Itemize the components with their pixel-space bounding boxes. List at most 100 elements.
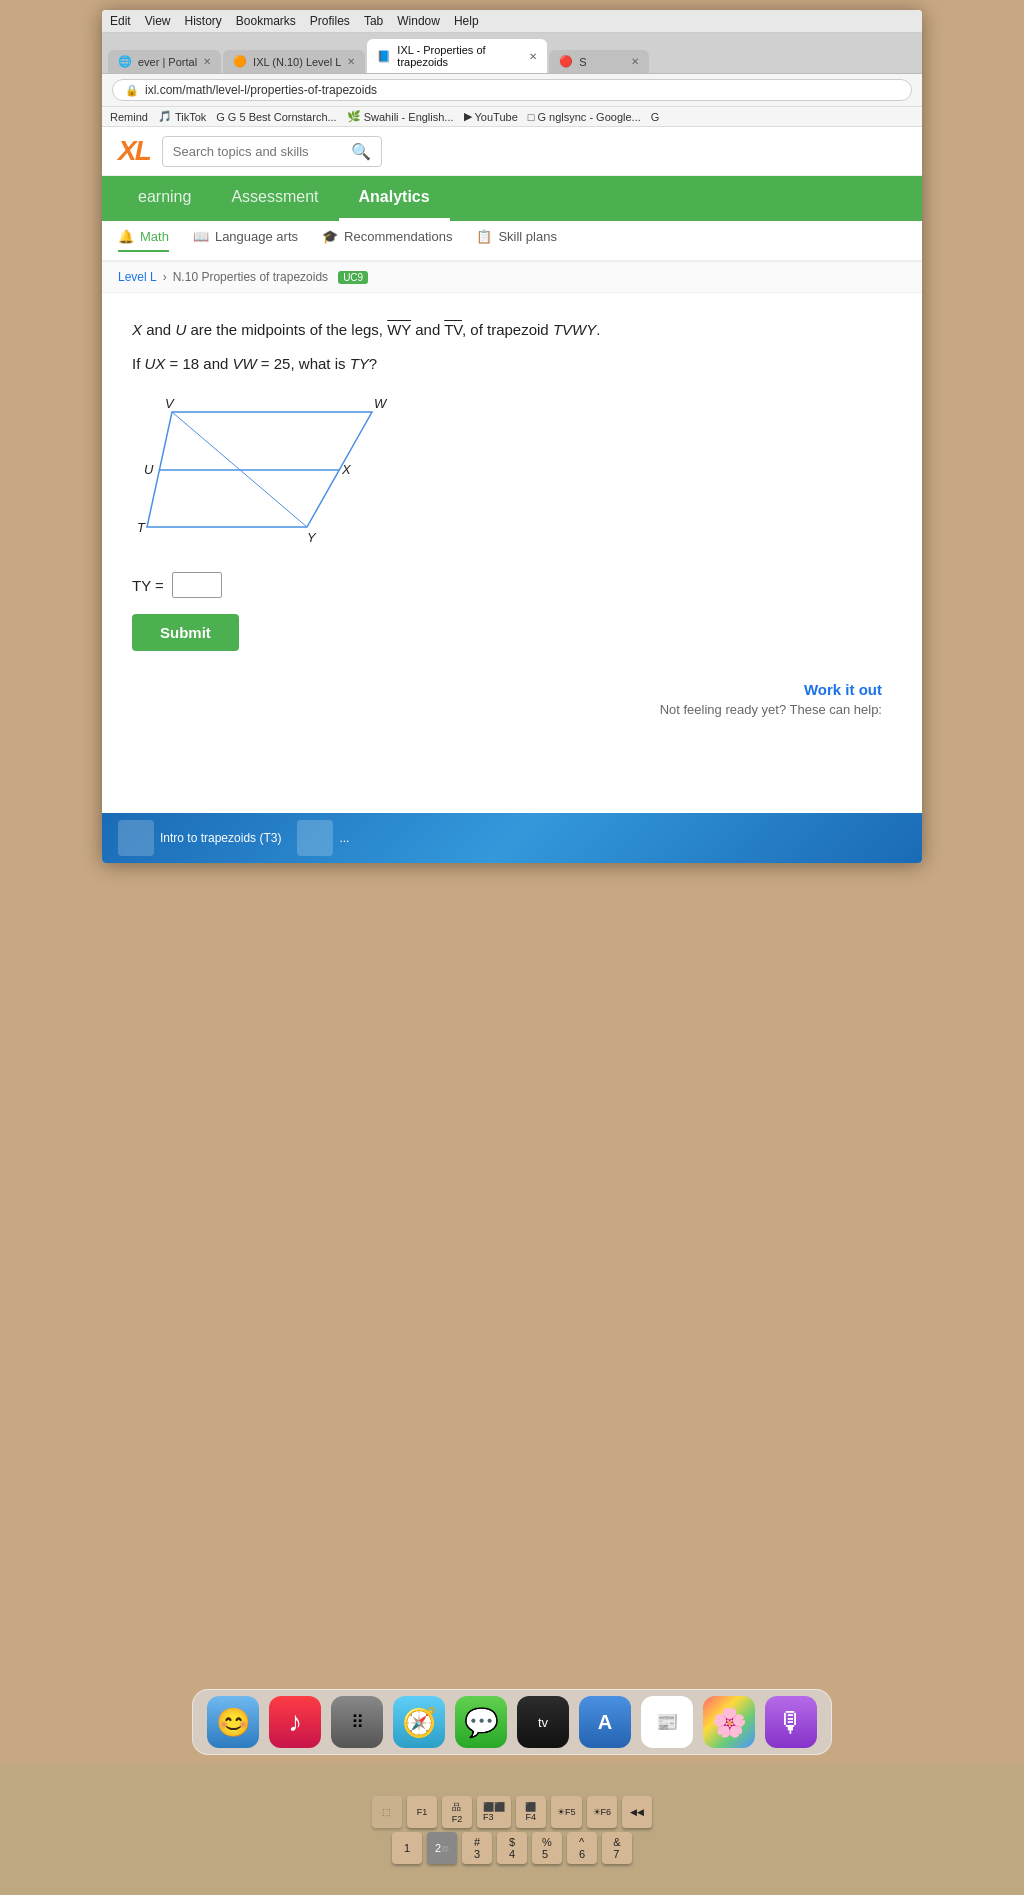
menu-bar: Edit View History Bookmarks Profiles Tab… <box>102 10 922 33</box>
sub-nav-recommendations[interactable]: 🎓 Recommendations <box>322 229 452 252</box>
bookmark-nglsync[interactable]: □ G nglsync - Google... <box>528 111 641 123</box>
bookmark-tiktok-icon: 🎵 <box>158 110 172 123</box>
ixl-logo[interactable]: XL <box>118 135 150 167</box>
dock-safari[interactable]: 🧭 <box>393 1696 445 1748</box>
key-7[interactable]: &7 <box>602 1832 632 1864</box>
dock-wrapper: 😊 ♪ ⠿ 🧭 💬 tv A 📰 🌸 🎙 <box>102 1689 922 1755</box>
dock-podcasts[interactable]: 🎙 <box>765 1696 817 1748</box>
resource-trapezoids[interactable]: Intro to trapezoids (T3) <box>118 820 281 856</box>
key-f4[interactable]: ⬛F4 <box>516 1796 546 1828</box>
key-5[interactable]: %5 <box>532 1832 562 1864</box>
bookmark-youtube[interactable]: ▶ YouTube <box>464 110 518 123</box>
trapezoid-svg: V W T Y U X <box>132 392 402 552</box>
key-f6[interactable]: ☀F6 <box>587 1796 618 1828</box>
answer-input[interactable] <box>172 572 222 598</box>
key-2[interactable]: 2@ <box>427 1832 457 1864</box>
mac-dock: 😊 ♪ ⠿ 🧭 💬 tv A 📰 🌸 🎙 <box>192 1689 832 1755</box>
nav-tab-learning[interactable]: earning <box>118 176 211 221</box>
sub-nav: 🔔 Math 📖 Language arts 🎓 Recommendations… <box>102 221 922 262</box>
bookmark-tiktok[interactable]: 🎵 TikTok <box>158 110 206 123</box>
key-1[interactable]: 1 <box>392 1832 422 1864</box>
sub-nav-math[interactable]: 🔔 Math <box>118 229 169 252</box>
bookmark-cornstarch[interactable]: G G 5 Best Cornstarch... <box>216 111 336 123</box>
key-3[interactable]: #3 <box>462 1832 492 1864</box>
work-it-out-link[interactable]: Work it out <box>132 681 882 698</box>
keyboard-row-fn: ⬚ F1 品F2 ⬛⬛F3 ⬛F4 ☀F5 ☀F6 ◀◀ <box>372 1796 652 1828</box>
breadcrumb: Level L › N.10 Properties of trapezoids … <box>102 262 922 293</box>
dock-accessibility[interactable]: A <box>579 1696 631 1748</box>
ixl-header: XL 🔍 <box>102 127 922 176</box>
key-f7[interactable]: ◀◀ <box>622 1796 652 1828</box>
search-icon[interactable]: 🔍 <box>351 142 371 161</box>
tab-ixl-level-label: IXL (N.10) Level L <box>253 56 341 68</box>
dock-news[interactable]: 📰 <box>641 1696 693 1748</box>
breadcrumb-separator: › <box>163 270 167 284</box>
tab-portal[interactable]: 🌐 ever | Portal ✕ <box>108 50 221 73</box>
tab-more-close[interactable]: ✕ <box>631 56 639 67</box>
resource-more[interactable]: ... <box>297 820 349 856</box>
bookmark-cornstarch-icon: G <box>216 111 225 123</box>
key-f1[interactable]: F1 <box>407 1796 437 1828</box>
resource-label-1: Intro to trapezoids (T3) <box>160 831 281 845</box>
bookmark-g[interactable]: G <box>651 111 660 123</box>
nav-tab-learning-label: earning <box>138 188 191 205</box>
sub-nav-math-label: Math <box>140 229 169 244</box>
appletv-label: tv <box>538 1715 548 1730</box>
not-ready-text: Not feeling ready yet? These can help: <box>132 702 882 717</box>
sub-nav-language-arts[interactable]: 📖 Language arts <box>193 229 298 252</box>
language-arts-icon: 📖 <box>193 229 209 244</box>
tab-ixl-trapezoids[interactable]: 📘 IXL - Properties of trapezoids ✕ <box>367 39 547 73</box>
sub-nav-skill-plans[interactable]: 📋 Skill plans <box>476 229 557 252</box>
bookmark-remind[interactable]: Remind <box>110 111 148 123</box>
key-4[interactable]: $4 <box>497 1832 527 1864</box>
math-icon: 🔔 <box>118 229 134 244</box>
bookmarks-bar: Remind 🎵 TikTok G G 5 Best Cornstarch...… <box>102 107 922 127</box>
address-bar: 🔒 ixl.com/math/level-l/properties-of-tra… <box>102 74 922 107</box>
tab-more-label: S <box>579 56 586 68</box>
vertex-x: X <box>341 462 352 477</box>
menu-bookmarks[interactable]: Bookmarks <box>236 14 296 28</box>
nav-tab-analytics-label: Analytics <box>359 188 430 205</box>
dock-appletv[interactable]: tv <box>517 1696 569 1748</box>
key-f3[interactable]: ⬛⬛F3 <box>477 1796 511 1828</box>
nav-tab-assessment[interactable]: Assessment <box>211 176 338 221</box>
vertex-y: Y <box>307 530 317 545</box>
tab-portal-close[interactable]: ✕ <box>203 56 211 67</box>
breadcrumb-parent[interactable]: Level L <box>118 270 157 284</box>
submit-button[interactable]: Submit <box>132 614 239 651</box>
dock-finder[interactable]: 😊 <box>207 1696 259 1748</box>
key-f2[interactable]: 品F2 <box>442 1796 472 1828</box>
skill-plans-icon: 📋 <box>476 229 492 244</box>
main-content: X and U are the midpoints of the legs, W… <box>102 293 922 813</box>
tab-ixl-level-close[interactable]: ✕ <box>347 56 355 67</box>
resource-thumb-2 <box>297 820 333 856</box>
recommendations-icon: 🎓 <box>322 229 338 244</box>
address-input[interactable]: 🔒 ixl.com/math/level-l/properties-of-tra… <box>112 79 912 101</box>
menu-window[interactable]: Window <box>397 14 440 28</box>
key-6[interactable]: ^6 <box>567 1832 597 1864</box>
menu-edit[interactable]: Edit <box>110 14 131 28</box>
bookmark-swahili-label: Swahili - English... <box>364 111 454 123</box>
nav-tab-analytics[interactable]: Analytics <box>339 176 450 221</box>
dock-music[interactable]: ♪ <box>269 1696 321 1748</box>
tab-more[interactable]: 🔴 S ✕ <box>549 50 649 73</box>
search-bar[interactable]: 🔍 <box>162 136 382 167</box>
bookmark-swahili[interactable]: 🌿 Swahili - English... <box>347 110 454 123</box>
menu-tab[interactable]: Tab <box>364 14 383 28</box>
bookmark-youtube-icon: ▶ <box>464 110 472 123</box>
menu-profiles[interactable]: Profiles <box>310 14 350 28</box>
resource-thumb-1 <box>118 820 154 856</box>
key-placeholder1[interactable]: ⬚ <box>372 1796 402 1828</box>
menu-help[interactable]: Help <box>454 14 479 28</box>
vertex-t: T <box>137 520 146 535</box>
tab-ixl-level[interactable]: 🟠 IXL (N.10) Level L ✕ <box>223 50 365 73</box>
dock-launchpad[interactable]: ⠿ <box>331 1696 383 1748</box>
dock-photos[interactable]: 🌸 <box>703 1696 755 1748</box>
menu-view[interactable]: View <box>145 14 171 28</box>
search-input[interactable] <box>173 144 343 159</box>
menu-history[interactable]: History <box>184 14 221 28</box>
dock-messages[interactable]: 💬 <box>455 1696 507 1748</box>
browser-window: Edit View History Bookmarks Profiles Tab… <box>102 10 922 863</box>
tab-ixl-trap-close[interactable]: ✕ <box>529 51 537 62</box>
key-f5[interactable]: ☀F5 <box>551 1796 582 1828</box>
